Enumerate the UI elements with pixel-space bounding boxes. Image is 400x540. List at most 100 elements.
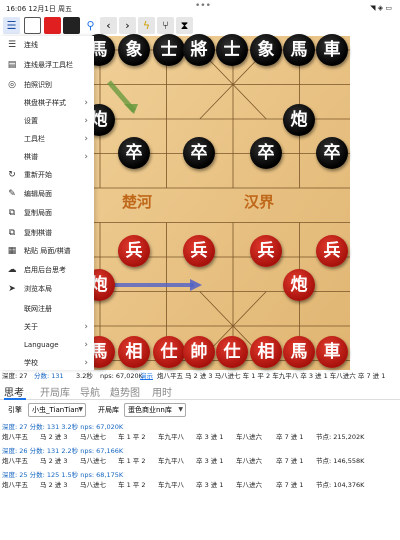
menu-item[interactable]: ⧉ 复制棋谱 [0,224,94,242]
analysis-entry[interactable]: 深度: 26 分数: 131 2.2秒 nps: 67,166K 炮八平五 马 2 … [0,445,400,469]
menu-item[interactable]: 棋盘棋子样式 › [0,94,94,112]
tab-time[interactable]: 用时 [152,384,172,399]
piece-red[interactable]: 兵 [316,235,348,267]
menu-item[interactable]: ☰ 连线 [0,36,94,54]
menu-item[interactable]: ☁ 启用后台思考 [0,261,94,279]
info-depth: 深度: 27 [2,372,28,380]
tab-thinking[interactable]: 思考 [4,384,24,399]
piece-red[interactable]: 仕 [216,336,248,368]
book-select[interactable]: 蛋色商业nn库 ▼ [124,403,186,417]
tab-opening-book[interactable]: 开局库 [40,384,70,399]
menu-item[interactable]: ◎ 拍照识别 [0,76,94,94]
menu-icon[interactable]: ☰ [3,17,20,34]
menu-item-label: 棋谱 [24,153,38,161]
analysis-move: 马八进七 [80,481,106,489]
piece-red[interactable]: 帥 [183,336,215,368]
menu-item[interactable]: ⧉ 复制局面 [0,204,94,222]
piece-black[interactable]: 象 [250,34,282,66]
piece-red[interactable]: 仕 [153,336,185,368]
analysis-move: 卒 7 进 1 [276,457,304,465]
analysis-header: 深度: 26 分数: 131 2.2秒 nps: 67,166K [2,447,124,455]
chess-board[interactable]: 楚河 汉界 馬象士將士象馬車炮炮卒卒卒卒兵兵兵兵炮炮馬相仕帥仕相馬車 [83,34,350,370]
analysis-header: 深度: 27 分数: 131 3.2秒 nps: 67,020K [2,423,124,431]
menu-item[interactable]: ▤ 连线悬浮工具栏 [0,56,94,74]
menu-item[interactable]: 联网注册 [0,300,94,318]
piece-red[interactable]: 兵 [183,235,215,267]
piece-red[interactable]: 相 [250,336,282,368]
engine-select[interactable]: 小虫_TianTian ▼ [28,403,86,417]
menu-item-label: 粘贴 局面/棋谱 [24,247,71,255]
flash-icon[interactable]: ϟ [138,17,155,34]
analysis-entry[interactable]: 深度: 27 分数: 131 3.2秒 nps: 67,020K 炮八平五 马 2 … [0,421,400,445]
chevron-down-icon: ▼ [178,406,183,413]
menu-item[interactable]: ✎ 编辑局面 [0,185,94,203]
menu-item[interactable]: 棋谱 › [0,148,94,166]
tree-icon[interactable]: ⑂ [157,17,174,34]
piece-black[interactable]: 卒 [316,137,348,169]
demo-link[interactable]: 演示 [140,370,153,382]
analysis-move: 马 2 进 3 [40,433,68,441]
tab-navigation[interactable]: 导航 [80,384,100,399]
analysis-nodes: 节点: 215,202K [316,433,365,441]
chevron-right-icon: › [84,152,88,162]
piece-black[interactable]: 炮 [283,104,315,136]
menu-item[interactable]: 工具栏 › [0,130,94,148]
analysis-move: 车九平八 [158,481,184,489]
piece-red[interactable]: 馬 [283,336,315,368]
engine-label: 引擎 [8,406,22,414]
engine-row: 引擎 小虫_TianTian ▼ 开局库 蛋色商业nn库 ▼ [0,401,400,419]
piece-red[interactable]: 相 [118,336,150,368]
piece-black[interactable]: 卒 [183,137,215,169]
piece-black[interactable]: 士 [216,34,248,66]
piece-black[interactable]: 車 [316,34,348,66]
chevron-right-icon: › [84,134,88,144]
analysis-entry[interactable]: 深度: 25 分数: 125 1.5秒 nps: 68,175K 炮八平五 马 2 … [0,469,400,493]
analysis-move: 车八进六 [236,457,262,465]
square-icon[interactable] [24,17,41,34]
piece-red[interactable]: 兵 [118,235,150,267]
black-square-icon[interactable] [63,17,80,34]
piece-red[interactable]: 兵 [250,235,282,267]
piece-black[interactable]: 象 [118,34,150,66]
float-toolbar-icon: ▤ [7,60,17,70]
copy-record-icon: ⧉ [8,228,16,238]
piece-red[interactable]: 車 [316,336,348,368]
menu-item[interactable]: 关于 › [0,318,94,336]
chevron-right-icon: › [84,322,88,332]
analysis-move: 卒 3 进 1 [196,457,224,465]
info-score: 分数: 131 [34,372,64,380]
analysis-move: 炮八平五 [2,481,28,489]
piece-black[interactable]: 士 [153,34,185,66]
flip-icon[interactable]: ⧗ [176,17,193,34]
piece-red[interactable]: 炮 [283,269,315,301]
piece-black[interactable]: 卒 [250,137,282,169]
prev-icon[interactable]: ‹ [100,17,117,34]
piece-black[interactable]: 卒 [118,137,150,169]
red-square-icon[interactable] [44,17,61,34]
book-label: 开局库 [98,406,119,414]
side-menu: ☰ 连线 ▤ 连线悬浮工具栏 ◎ 拍照识别 棋盘棋子样式 › 设置 › 工具栏 › 棋谱 › ↻ 重新开始 ✎ 编… [0,36,94,370]
menu-item-label: 拍照识别 [24,81,52,89]
menu-item[interactable]: 设置 › [0,112,94,130]
copy-icon: ⧉ [8,208,16,218]
analysis-header: 深度: 25 分数: 125 1.5秒 nps: 68,175K [2,471,124,479]
analysis-move: 卒 3 进 1 [196,481,224,489]
engine-info-line: 深度: 27 分数: 131 3.2秒 nps: 67,020K 演示 炮八平五… [0,370,400,382]
analysis-move: 卒 7 进 1 [276,433,304,441]
next-icon[interactable]: › [119,17,136,34]
search-icon[interactable]: ⚲ [82,17,99,34]
piece-black[interactable]: 馬 [283,34,315,66]
link-icon: ☰ [7,40,17,50]
analysis-move: 炮八平五 [2,433,28,441]
menu-item-label: 关于 [24,323,38,331]
menu-item[interactable]: ↻ 重新开始 [0,166,94,184]
menu-item[interactable]: ▦ 粘贴 局面/棋谱 [0,242,94,260]
tab-trend[interactable]: 趋势图 [110,384,140,399]
menu-item-label: 启用后台思考 [24,266,66,274]
menu-item[interactable]: ➤ 浏览本局 [0,280,94,298]
analysis-move: 马 2 进 3 [40,457,68,465]
river-left-label: 楚河 [122,193,153,211]
tab-bar: 思考 开局库 导航 趋势图 用时 [0,382,400,400]
piece-black[interactable]: 將 [183,34,215,66]
menu-item[interactable]: Language › [0,336,94,354]
